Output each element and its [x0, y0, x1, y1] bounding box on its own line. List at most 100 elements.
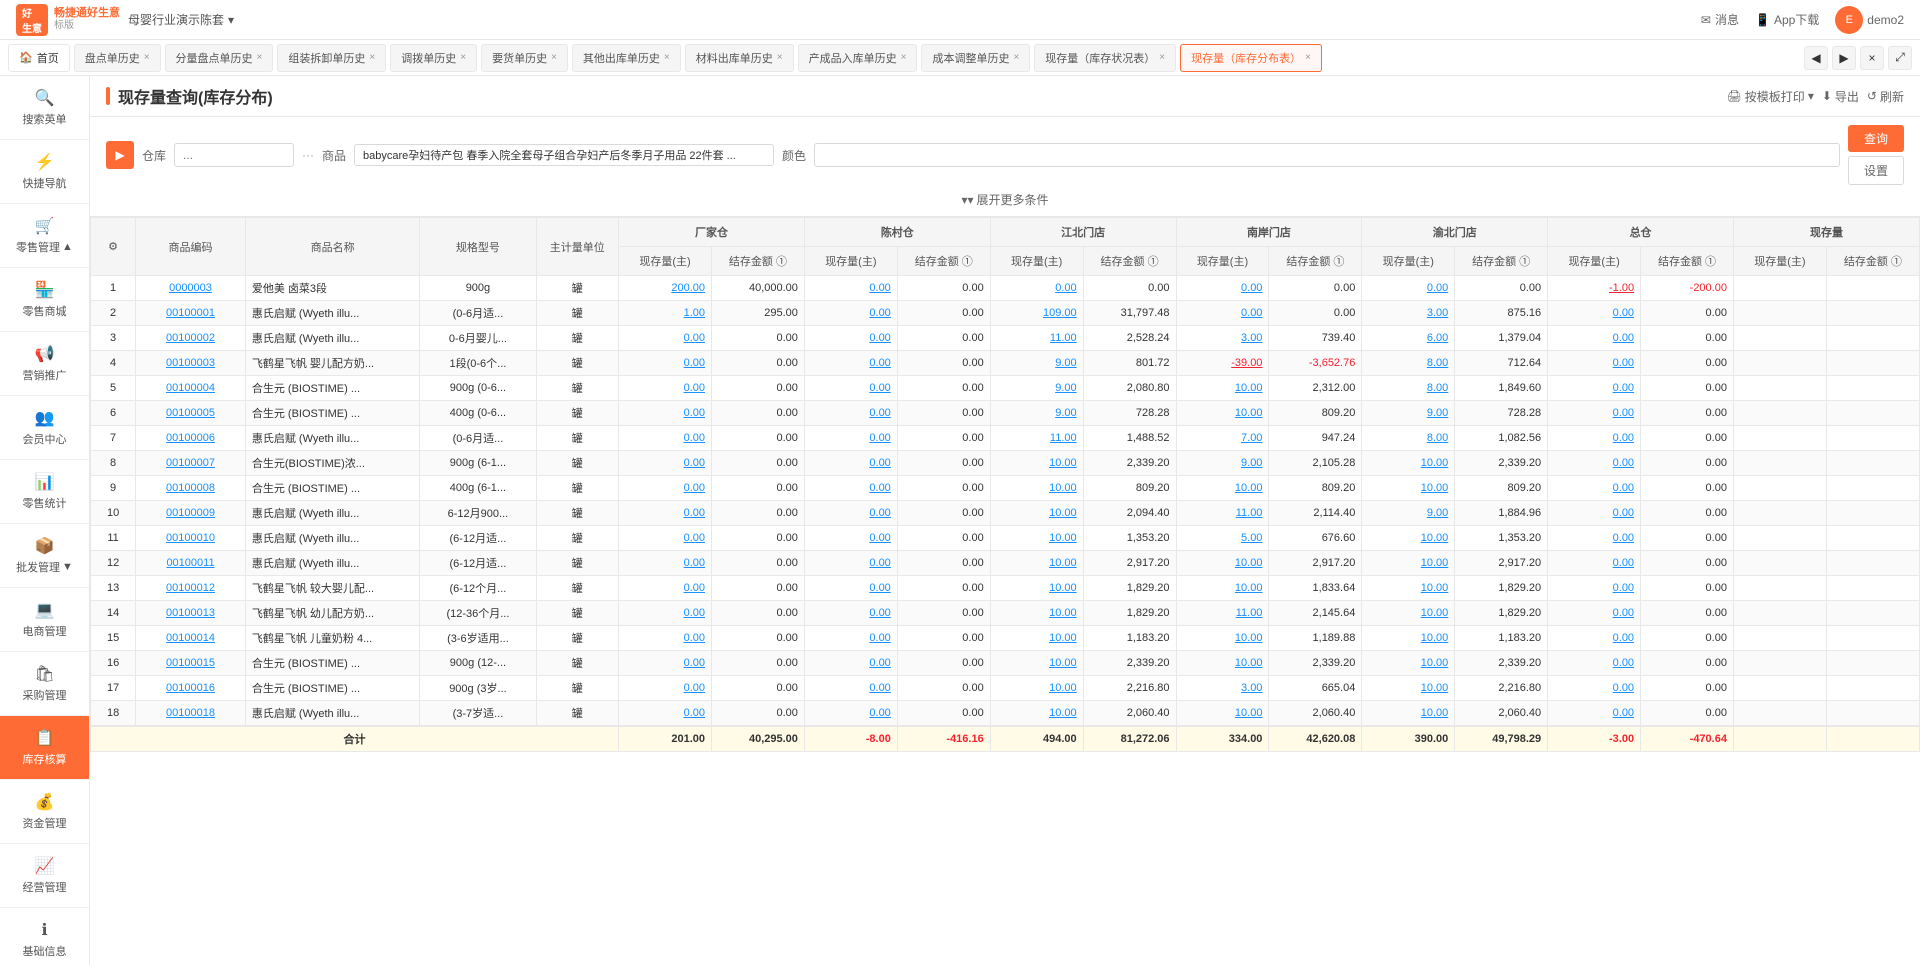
cell-tot-qty[interactable]: 0.00 [1548, 401, 1641, 426]
cell-chen-qty[interactable]: 0.00 [804, 426, 897, 451]
cell-yb-qty[interactable]: 10.00 [1362, 526, 1455, 551]
sidebar-item-marketing[interactable]: 📢 营销推广 [0, 332, 89, 396]
cell-jb-qty[interactable]: 11.00 [990, 426, 1083, 451]
cell-code[interactable]: 0000003 [136, 276, 246, 301]
filter-collapse-btn[interactable]: ▶ [106, 141, 134, 169]
cell-code[interactable]: 00100013 [136, 601, 246, 626]
close-icon[interactable]: × [257, 52, 263, 63]
cell-tot-qty[interactable]: 0.00 [1548, 426, 1641, 451]
cell-tot-qty[interactable]: 0.00 [1548, 701, 1641, 727]
cell-jb-qty[interactable]: 10.00 [990, 626, 1083, 651]
cell-tot-qty[interactable]: 0.00 [1548, 626, 1641, 651]
sidebar-item-quicknav[interactable]: ⚡ 快捷导航 [0, 140, 89, 204]
warehouse-input[interactable] [174, 143, 294, 167]
cell-fac-qty[interactable]: 0.00 [619, 601, 712, 626]
tab-fenpandian[interactable]: 分量盘点单历史 × [165, 44, 274, 72]
cell-chen-qty[interactable]: 0.00 [804, 526, 897, 551]
cell-na-qty[interactable]: -39.00 [1176, 351, 1269, 376]
cell-tot-qty[interactable]: 0.00 [1548, 451, 1641, 476]
cell-fac-qty[interactable]: 0.00 [619, 326, 712, 351]
user-profile[interactable]: E demo2 [1835, 6, 1904, 34]
tab-kucunzhuang[interactable]: 现存量（库存状况表） × [1034, 44, 1176, 72]
cell-fac-qty[interactable]: 0.00 [619, 426, 712, 451]
tab-fullscreen-btn[interactable]: ⤢ [1888, 46, 1912, 70]
close-icon[interactable]: × [369, 52, 375, 63]
sidebar-item-retailshop[interactable]: 🏪 零售商城 [0, 268, 89, 332]
refresh-btn[interactable]: ↺ 刷新 [1867, 88, 1904, 105]
color-input[interactable] [814, 143, 1840, 167]
cell-chen-qty[interactable]: 0.00 [804, 326, 897, 351]
cell-yb-qty[interactable]: 10.00 [1362, 451, 1455, 476]
cell-yb-qty[interactable]: 10.00 [1362, 601, 1455, 626]
cell-fac-qty[interactable]: 0.00 [619, 626, 712, 651]
cell-jb-qty[interactable]: 9.00 [990, 376, 1083, 401]
cell-code[interactable]: 00100009 [136, 501, 246, 526]
close-icon[interactable]: × [777, 52, 783, 63]
close-icon[interactable]: × [1013, 52, 1019, 63]
cell-fac-qty[interactable]: 0.00 [619, 551, 712, 576]
app-download-btn[interactable]: 📱 App下载 [1755, 11, 1819, 28]
cell-yb-qty[interactable]: 10.00 [1362, 701, 1455, 727]
cell-na-qty[interactable]: 10.00 [1176, 576, 1269, 601]
tab-close-all-btn[interactable]: × [1860, 46, 1884, 70]
cell-chen-qty[interactable]: 0.00 [804, 451, 897, 476]
goods-input[interactable] [354, 144, 774, 166]
cell-yb-qty[interactable]: 6.00 [1362, 326, 1455, 351]
cell-yb-qty[interactable]: 9.00 [1362, 501, 1455, 526]
cell-tot-qty[interactable]: 0.00 [1548, 676, 1641, 701]
sidebar-item-retail[interactable]: 🛒 零售管理▲ [0, 204, 89, 268]
cell-chen-qty[interactable]: 0.00 [804, 576, 897, 601]
cell-tot-qty[interactable]: 0.00 [1548, 526, 1641, 551]
tab-kucunfen[interactable]: 现存量（库存分布表） × [1180, 44, 1322, 72]
cell-code[interactable]: 00100007 [136, 451, 246, 476]
cell-yb-qty[interactable]: 8.00 [1362, 376, 1455, 401]
cell-chen-qty[interactable]: 0.00 [804, 551, 897, 576]
cell-na-qty[interactable]: 0.00 [1176, 301, 1269, 326]
sidebar-item-finance[interactable]: 💰 资金管理 [0, 780, 89, 844]
cell-tot-qty[interactable]: -1.00 [1548, 276, 1641, 301]
cell-code[interactable]: 00100004 [136, 376, 246, 401]
cell-tot-qty[interactable]: 0.00 [1548, 301, 1641, 326]
sidebar-item-member[interactable]: 👥 会员中心 [0, 396, 89, 460]
cell-code[interactable]: 00100014 [136, 626, 246, 651]
cell-tot-qty[interactable]: 0.00 [1548, 476, 1641, 501]
cell-tot-qty[interactable]: 0.00 [1548, 501, 1641, 526]
cell-chen-qty[interactable]: 0.00 [804, 351, 897, 376]
sidebar-item-retailstat[interactable]: 📊 零售统计 [0, 460, 89, 524]
cell-na-qty[interactable]: 10.00 [1176, 626, 1269, 651]
cell-fac-qty[interactable]: 0.00 [619, 576, 712, 601]
cell-tot-qty[interactable]: 0.00 [1548, 376, 1641, 401]
cell-tot-qty[interactable]: 0.00 [1548, 551, 1641, 576]
cell-na-qty[interactable]: 10.00 [1176, 401, 1269, 426]
tab-prev-btn[interactable]: ◀ [1804, 46, 1828, 70]
tab-home[interactable]: 🏠 首页 [8, 44, 70, 72]
tab-next-btn[interactable]: ▶ [1832, 46, 1856, 70]
cell-na-qty[interactable]: 7.00 [1176, 426, 1269, 451]
cell-jb-qty[interactable]: 10.00 [990, 501, 1083, 526]
cell-yb-qty[interactable]: 8.00 [1362, 426, 1455, 451]
tab-diaobo[interactable]: 调拨单历史 × [390, 44, 477, 72]
cell-jb-qty[interactable]: 11.00 [990, 326, 1083, 351]
cell-fac-qty[interactable]: 0.00 [619, 651, 712, 676]
cell-code[interactable]: 00100011 [136, 551, 246, 576]
cell-chen-qty[interactable]: 0.00 [804, 476, 897, 501]
close-icon[interactable]: × [1159, 52, 1165, 63]
close-icon[interactable]: × [901, 52, 907, 63]
cell-yb-qty[interactable]: 3.00 [1362, 301, 1455, 326]
cell-jb-qty[interactable]: 109.00 [990, 301, 1083, 326]
cell-code[interactable]: 00100010 [136, 526, 246, 551]
cell-jb-qty[interactable]: 10.00 [990, 701, 1083, 727]
tab-chengben[interactable]: 成本调整单历史 × [921, 44, 1030, 72]
cell-yb-qty[interactable]: 10.00 [1362, 676, 1455, 701]
cell-na-qty[interactable]: 3.00 [1176, 676, 1269, 701]
cell-code[interactable]: 00100008 [136, 476, 246, 501]
cell-jb-qty[interactable]: 9.00 [990, 351, 1083, 376]
cell-tot-qty[interactable]: 0.00 [1548, 601, 1641, 626]
cell-fac-qty[interactable]: 0.00 [619, 376, 712, 401]
cell-chen-qty[interactable]: 0.00 [804, 276, 897, 301]
export-btn[interactable]: ⬇ 导出 [1822, 88, 1859, 105]
cell-na-qty[interactable]: 10.00 [1176, 551, 1269, 576]
cell-jb-qty[interactable]: 10.00 [990, 601, 1083, 626]
close-icon[interactable]: × [664, 52, 670, 63]
tab-cailiao[interactable]: 材料出库单历史 × [685, 44, 794, 72]
